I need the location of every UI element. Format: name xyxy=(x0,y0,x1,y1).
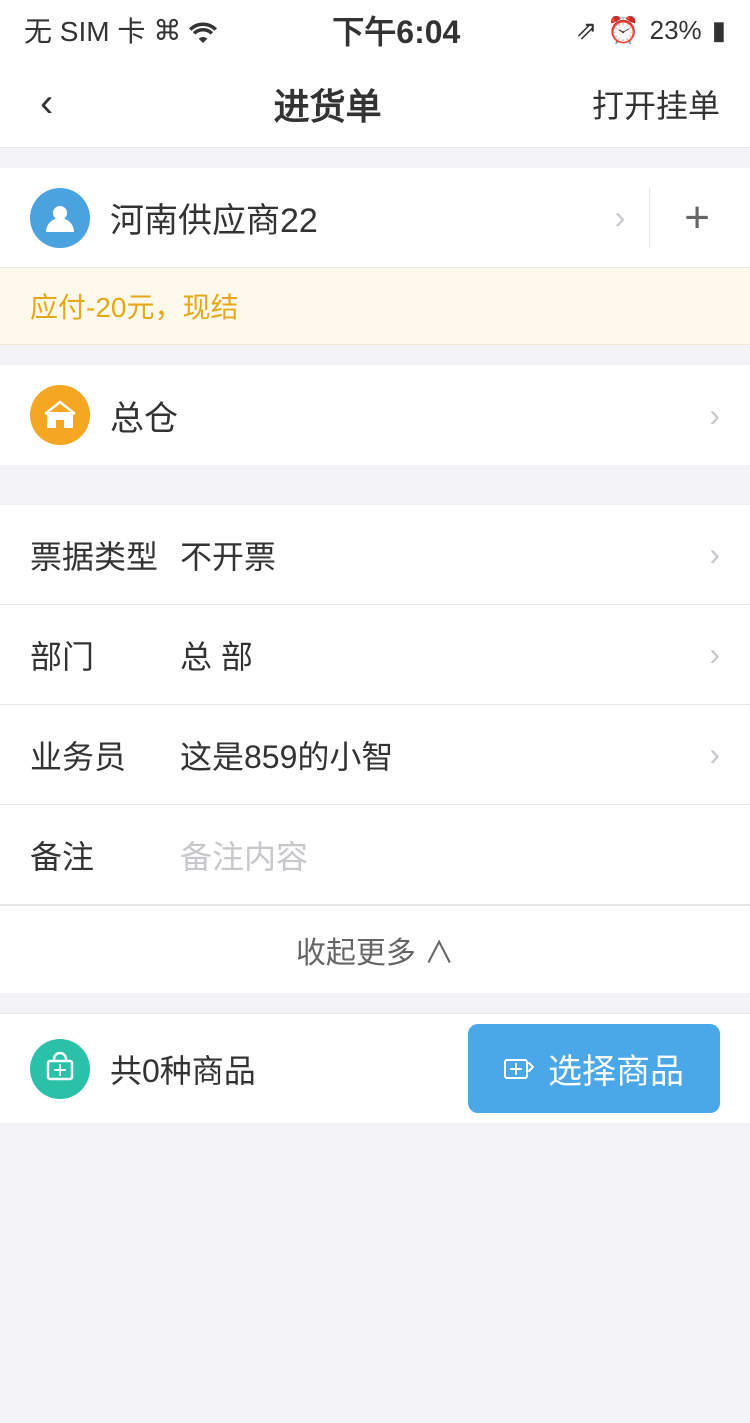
department-chevron-icon: › xyxy=(709,636,720,673)
supplier-name: 河南供应商22 xyxy=(110,193,615,242)
location-icon: ⇗ xyxy=(575,15,597,46)
salesperson-label: 业务员 xyxy=(30,732,170,778)
salesperson-value: 这是859的小智 xyxy=(170,732,709,778)
invoice-type-value: 不开票 xyxy=(170,532,709,578)
select-product-label: 选择商品 xyxy=(548,1044,684,1093)
no-sim-text: 无 SIM 卡 xyxy=(24,10,145,50)
warehouse-row[interactable]: 总仓 › xyxy=(0,365,750,465)
department-value: 总 部 xyxy=(170,632,709,678)
alarm-icon: ⏰ xyxy=(607,15,639,46)
divider xyxy=(649,188,650,248)
remark-label: 备注 xyxy=(30,832,170,878)
bottom-bar: 共0种商品 选择商品 xyxy=(0,1013,750,1123)
remark-row[interactable]: 备注 备注内容 xyxy=(0,805,750,905)
collapse-row[interactable]: 收起更多 ∧ xyxy=(0,905,750,993)
invoice-type-row[interactable]: 票据类型 不开票 › xyxy=(0,505,750,605)
gap-2 xyxy=(0,345,750,365)
salesperson-chevron-icon: › xyxy=(709,736,720,773)
warehouse-icon xyxy=(30,385,90,445)
supplier-avatar xyxy=(30,188,90,248)
back-button[interactable]: ‹ xyxy=(30,71,63,136)
supplier-section: 河南供应商22 › + 应付-20元，现结 xyxy=(0,168,750,345)
department-row[interactable]: 部门 总 部 › xyxy=(0,605,750,705)
gap-1 xyxy=(0,148,750,168)
status-bar: 无 SIM 卡 ⌘ 下午6:04 ⇗ ⏰ 23% ▮ xyxy=(0,0,750,60)
supplier-row[interactable]: 河南供应商22 › + xyxy=(0,168,750,268)
invoice-type-label: 票据类型 xyxy=(30,532,170,578)
select-product-button[interactable]: 选择商品 xyxy=(468,1024,720,1113)
gap-3 xyxy=(0,465,750,485)
status-left: 无 SIM 卡 ⌘ xyxy=(24,10,217,50)
battery-text: 23% xyxy=(650,15,702,46)
remark-input[interactable]: 备注内容 xyxy=(170,832,720,878)
product-count: 共0种商品 xyxy=(110,1046,468,1092)
open-pending-button[interactable]: 打开挂单 xyxy=(592,81,720,127)
form-section: 票据类型 不开票 › 部门 总 部 › 业务员 这是859的小智 › 备注 备注… xyxy=(0,505,750,993)
salesperson-row[interactable]: 业务员 这是859的小智 › xyxy=(0,705,750,805)
invoice-type-chevron-icon: › xyxy=(709,536,720,573)
notice-bar: 应付-20元，现结 xyxy=(0,268,750,345)
status-time: 下午6:04 xyxy=(332,7,460,53)
battery-icon: ▮ xyxy=(712,15,726,46)
page-background xyxy=(0,1123,750,1423)
warehouse-label: 总仓 xyxy=(110,391,709,440)
nav-bar: ‹ 进货单 打开挂单 xyxy=(0,60,750,148)
status-right: ⇗ ⏰ 23% ▮ xyxy=(575,15,726,46)
department-label: 部门 xyxy=(30,632,170,678)
notice-text: 应付-20元，现结 xyxy=(30,292,238,323)
page-title: 进货单 xyxy=(274,78,382,130)
collapse-text: 收起更多 ∧ xyxy=(296,928,454,972)
supplier-chevron-icon: › xyxy=(615,199,626,236)
warehouse-section: 总仓 › xyxy=(0,365,750,465)
warehouse-chevron-icon: › xyxy=(709,397,720,434)
wifi-icon: ⌘ xyxy=(153,14,217,47)
product-icon xyxy=(30,1039,90,1099)
add-supplier-button[interactable]: + xyxy=(674,183,720,253)
